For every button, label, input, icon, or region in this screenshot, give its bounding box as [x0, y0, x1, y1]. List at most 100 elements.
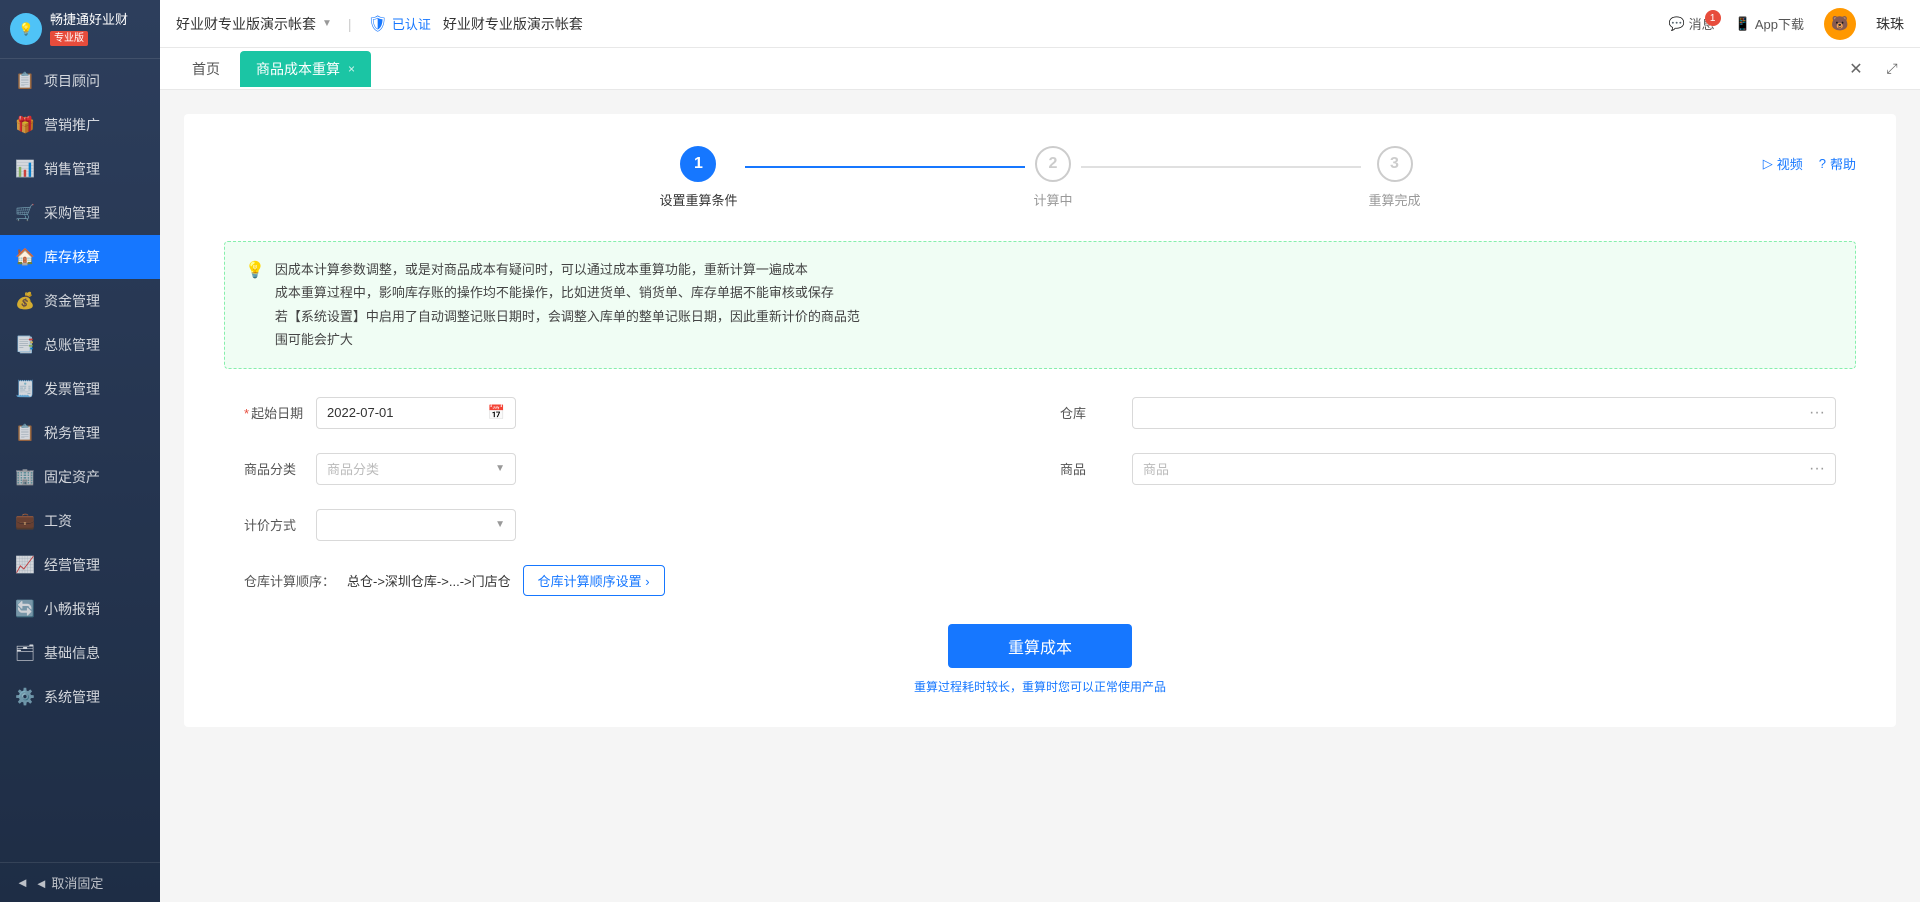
- form-row-2: 商品分类 商品分类 ▼ 商品 商品 ···: [244, 453, 1836, 485]
- tab-close-icon[interactable]: ×: [348, 62, 355, 76]
- ops-icon: 📈: [16, 556, 34, 574]
- category-select[interactable]: 商品分类 ▼: [316, 453, 516, 485]
- sidebar-logo: 💡 畅捷通好业财 专业版: [0, 0, 160, 59]
- panel-close-button[interactable]: ✕: [1844, 57, 1868, 81]
- info-icon: 💡: [245, 260, 265, 352]
- content-area: 1 设置重算条件 2 计算中 3 重算完成: [160, 90, 1920, 902]
- required-marker: *: [244, 406, 249, 421]
- sidebar-item-inventory[interactable]: 🏠 库存核算: [0, 235, 160, 279]
- assets-icon: 🏢: [16, 468, 34, 486]
- app-logo-icon: 💡: [10, 13, 42, 45]
- info-line-3: 若【系统设置】中启用了自动调整记账日期时，会调整入库单的整单记账日期，因此重新计…: [275, 305, 860, 328]
- base-icon: 🗂: [16, 644, 34, 662]
- warehouse-order-setting-button[interactable]: 仓库计算顺序设置 ›: [523, 565, 665, 596]
- sidebar-item-purchase[interactable]: 🛒 采购管理: [0, 191, 160, 235]
- tab-cost-recalc[interactable]: 商品成本重算 ×: [240, 51, 371, 87]
- sidebar-item-label: 小畅报销: [44, 599, 100, 619]
- topbar-verified: 🛡 已认证: [368, 14, 431, 34]
- info-box: 💡 因成本计算参数调整，或是对商品成本有疑问时，可以通过成本重算功能，重新计算一…: [224, 241, 1856, 369]
- finance-icon: 💰: [16, 292, 34, 310]
- verified-icon: 🛡: [368, 14, 388, 34]
- price-method-label: 计价方式: [244, 515, 304, 534]
- sidebar-item-salary[interactable]: 💼 工资: [0, 499, 160, 543]
- marketing-icon: 🎁: [16, 116, 34, 134]
- video-link[interactable]: ▷ 视频: [1763, 154, 1803, 173]
- sidebar-item-finance[interactable]: 💰 资金管理: [0, 279, 160, 323]
- sidebar-item-sales[interactable]: 📊 销售管理: [0, 147, 160, 191]
- form-section: *起始日期 2022-07-01 📅 仓库 ···: [224, 397, 1856, 695]
- sidebar-item-label: 发票管理: [44, 379, 100, 399]
- sidebar-item-label: 经营管理: [44, 555, 100, 575]
- panel-expand-button[interactable]: ⤢: [1880, 57, 1904, 81]
- recalculate-button[interactable]: 重算成本: [948, 624, 1132, 668]
- goods-input[interactable]: 商品 ···: [1132, 453, 1836, 485]
- info-line-1: 因成本计算参数调整，或是对商品成本有疑问时，可以通过成本重算功能，重新计算一遍成…: [275, 258, 860, 281]
- sidebar-item-label: 项目顾问: [44, 71, 100, 91]
- sidebar-item-invoice[interactable]: 🧾 发票管理: [0, 367, 160, 411]
- info-line-2: 成本重算过程中，影响库存账的操作均不能操作，比如进货单、销货单、库存单据不能审核…: [275, 281, 860, 304]
- step-3: 3 重算完成: [1369, 146, 1421, 209]
- sidebar-item-ops[interactable]: 📈 经营管理: [0, 543, 160, 587]
- calendar-icon[interactable]: 📅: [488, 404, 505, 421]
- form-row-3: 计价方式 ▼: [244, 509, 1836, 541]
- sidebar-item-accounting[interactable]: 📑 总账管理: [0, 323, 160, 367]
- sidebar-item-system[interactable]: ⚙️ 系统管理: [0, 675, 160, 719]
- start-date-input[interactable]: 2022-07-01 📅: [316, 397, 516, 429]
- warehouse-order-row: 仓库计算顺序： 总仓->深圳仓库->...->门店仓 仓库计算顺序设置 ›: [244, 565, 1836, 596]
- play-icon: ▷: [1763, 156, 1773, 172]
- user-avatar[interactable]: 🐻: [1824, 8, 1856, 40]
- sidebar-item-assets[interactable]: 🏢 固定资产: [0, 455, 160, 499]
- submit-section: 重算成本 重算过程耗时较长，重算时您可以正常使用产品: [244, 624, 1836, 695]
- inventory-icon: 🏠: [16, 248, 34, 266]
- tabs-actions: ✕ ⤢: [1844, 57, 1904, 81]
- invoice-icon: 🧾: [16, 380, 34, 398]
- sales-icon: 📊: [16, 160, 34, 178]
- tab-home-label: 首页: [192, 59, 220, 79]
- app-logo-text: 畅捷通好业财 专业版: [50, 12, 128, 46]
- unpin-icon: ◄: [16, 875, 29, 890]
- submit-note: 重算过程耗时较长，重算时您可以正常使用产品: [914, 678, 1166, 695]
- account-selector[interactable]: 好业财专业版演示帐套: [176, 14, 316, 34]
- sidebar-item-label: 税务管理: [44, 423, 100, 443]
- help-icon: ?: [1819, 156, 1826, 171]
- topbar-account[interactable]: 好业财专业版演示帐套 ▼: [176, 14, 332, 34]
- category-label: 商品分类: [244, 459, 304, 478]
- start-date-value: 2022-07-01: [327, 405, 480, 420]
- help-link[interactable]: ? 帮助: [1819, 154, 1856, 173]
- topbar: 好业财专业版演示帐套 ▼ | 🛡 已认证 好业财专业版演示帐套 💬 消息 1 📱…: [160, 0, 1920, 48]
- app-download-button[interactable]: 📱 App下载: [1735, 14, 1804, 33]
- dropdown-icon: ▼: [322, 18, 332, 29]
- category-placeholder: 商品分类: [327, 459, 379, 478]
- warehouse-field: 仓库 ···: [1060, 397, 1836, 429]
- sidebar-item-label: 营销推广: [44, 115, 100, 135]
- sidebar-item-marketing[interactable]: 🎁 营销推广: [0, 103, 160, 147]
- price-dropdown-icon: ▼: [495, 519, 505, 530]
- start-date-field: *起始日期 2022-07-01 📅: [244, 397, 1020, 429]
- goods-field: 商品 商品 ···: [1060, 453, 1836, 485]
- sidebar-item-tax[interactable]: 📋 税务管理: [0, 411, 160, 455]
- sidebar: 💡 畅捷通好业财 专业版 📋 项目顾问 🎁 营销推广 📊 销售管理 🛒 采购管理…: [0, 0, 160, 902]
- step-2-circle: 2: [1035, 146, 1071, 182]
- sidebar-item-expense[interactable]: 🔄 小畅报销: [0, 587, 160, 631]
- step-2-label: 计算中: [1033, 190, 1072, 209]
- message-icon: 💬: [1668, 16, 1684, 32]
- goods-more-icon[interactable]: ···: [1809, 460, 1825, 478]
- sidebar-item-project[interactable]: 📋 项目顾问: [0, 59, 160, 103]
- sidebar-item-label: 固定资产: [44, 467, 100, 487]
- category-dropdown-icon: ▼: [495, 463, 505, 474]
- stepper: 1 设置重算条件 2 计算中 3 重算完成: [224, 146, 1856, 209]
- tab-home[interactable]: 首页: [176, 51, 236, 87]
- sidebar-item-base[interactable]: 🗂 基础信息: [0, 631, 160, 675]
- content-card: 1 设置重算条件 2 计算中 3 重算完成: [184, 114, 1896, 727]
- warehouse-input[interactable]: ···: [1132, 397, 1836, 429]
- sidebar-unpin-button[interactable]: ◄ ◄ 取消固定: [0, 862, 160, 902]
- warehouse-order-label: 仓库计算顺序：: [244, 571, 335, 590]
- message-button[interactable]: 💬 消息 1: [1668, 14, 1714, 33]
- step-1-circle: 1: [680, 146, 716, 182]
- more-icon[interactable]: ···: [1809, 404, 1825, 422]
- user-name[interactable]: 珠珠: [1876, 14, 1904, 34]
- price-method-select[interactable]: ▼: [316, 509, 516, 541]
- warehouse-label: 仓库: [1060, 403, 1120, 422]
- category-field: 商品分类 商品分类 ▼: [244, 453, 1020, 485]
- sidebar-item-label: 工资: [44, 511, 72, 531]
